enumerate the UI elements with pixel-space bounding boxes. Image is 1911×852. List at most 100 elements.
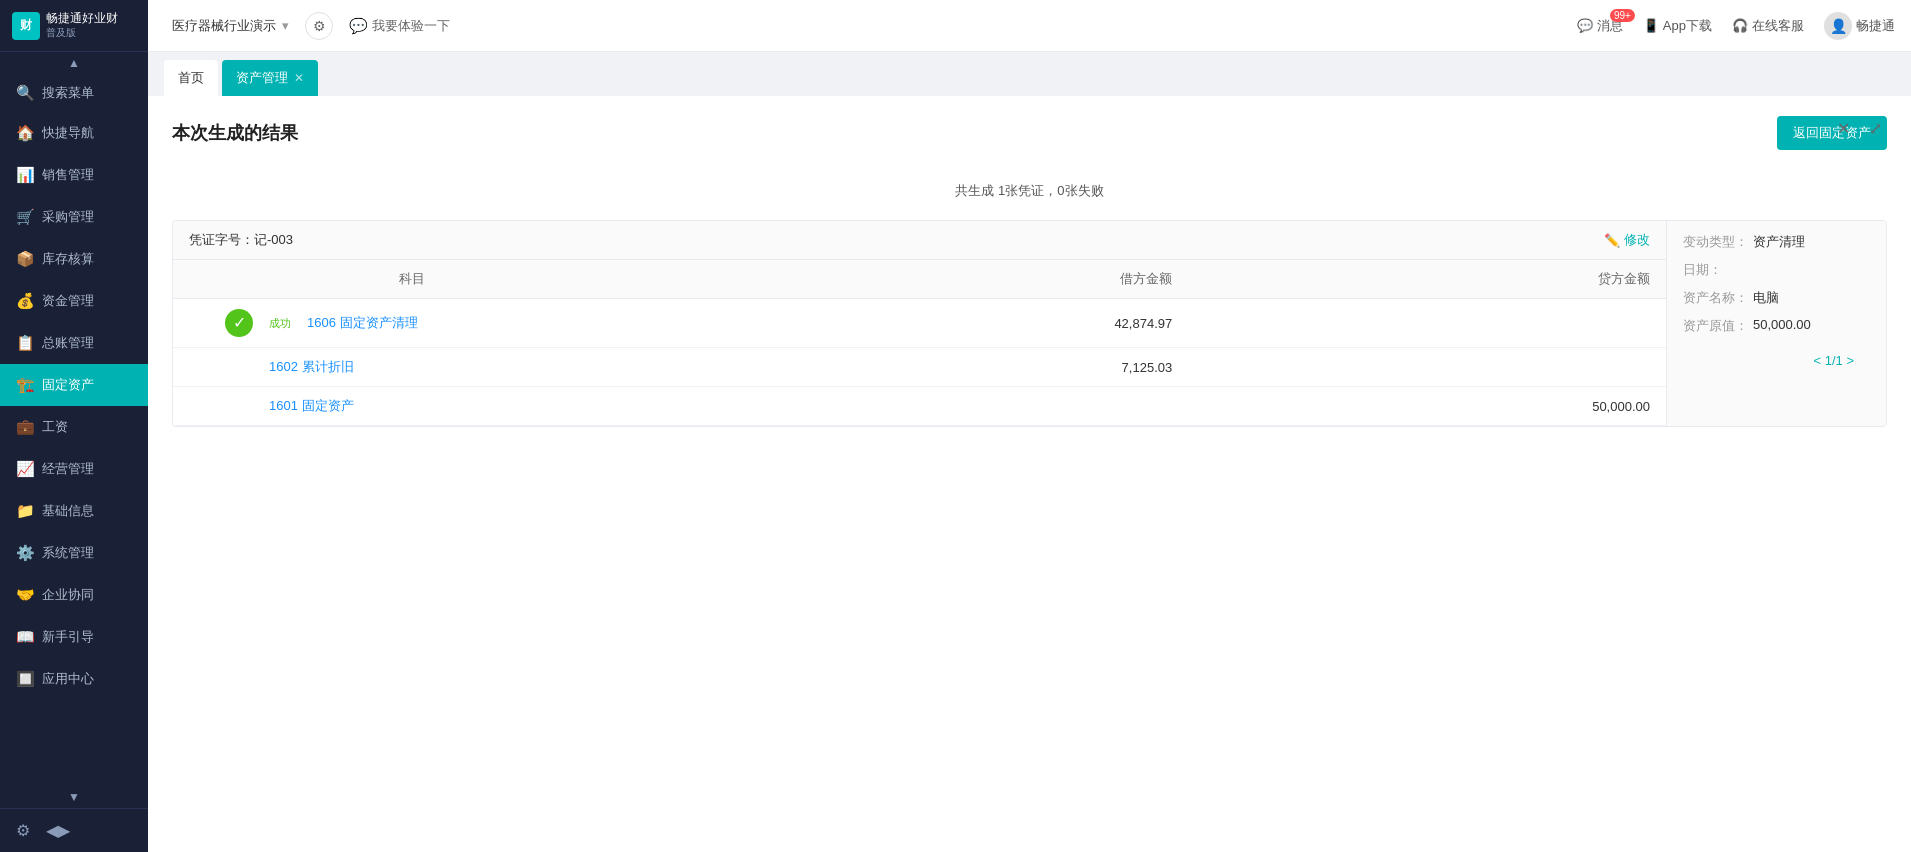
edit-icon: ✏️ — [1604, 233, 1620, 248]
user-profile[interactable]: 👤 畅捷通 — [1824, 12, 1895, 40]
sidebar-item-system[interactable]: ⚙️ 系统管理 — [0, 532, 148, 574]
expand-panel-button[interactable]: ⤢ — [1863, 116, 1887, 140]
table-cell-credit-2 — [1188, 348, 1666, 387]
feedback-icon: 💬 — [349, 17, 368, 35]
sidebar-item-label: 总账管理 — [42, 334, 94, 352]
subject-link-1[interactable]: 1606 固定资产清理 — [307, 314, 418, 332]
original-value-label: 资产原值： — [1683, 317, 1753, 335]
sidebar-item-label: 资金管理 — [42, 292, 94, 310]
topbar: 医疗器械行业演示 ▾ ⚙ 💬 我要体验一下 💬 消息 99+ 📱 App下载 🎧… — [148, 0, 1911, 52]
online-service-button[interactable]: 🎧 在线客服 — [1732, 17, 1804, 35]
close-panel-button[interactable]: ✕ — [1831, 116, 1855, 140]
company-selector[interactable]: 医疗器械行业演示 ▾ — [164, 13, 297, 39]
logo-sub: 普及版 — [46, 26, 118, 40]
success-text: 成功 — [269, 316, 291, 331]
page-header: 本次生成的结果 返回固定资产 — [172, 116, 1887, 150]
change-type-value: 资产清理 — [1753, 233, 1805, 251]
basic-icon: 📁 — [16, 502, 34, 520]
table-cell-debit-2: 7,125.03 — [651, 348, 1188, 387]
sidebar-item-label: 工资 — [42, 418, 68, 436]
dropdown-icon: ▾ — [282, 18, 289, 33]
voucher-header: 凭证字号：记-003 ✏️ 修改 — [173, 221, 1666, 260]
sidebar-item-operations[interactable]: 📈 经营管理 — [0, 448, 148, 490]
sidebar-logo: 财 畅捷通好业财 普及版 — [0, 0, 148, 52]
settings-icon[interactable]: ⚙ — [16, 821, 30, 840]
sidebar-item-label: 快捷导航 — [42, 124, 94, 142]
tab-asset[interactable]: 资产管理 ✕ — [222, 60, 318, 96]
sidebar-item-purchase[interactable]: 🛒 采购管理 — [0, 196, 148, 238]
topbar-right: 💬 消息 99+ 📱 App下载 🎧 在线客服 👤 畅捷通 — [1577, 12, 1895, 40]
sidebar-item-funds[interactable]: 💰 资金管理 — [0, 280, 148, 322]
asset-name-row: 资产名称： 电脑 — [1683, 289, 1870, 307]
panel-actions: ✕ ⤢ — [1831, 116, 1887, 140]
sidebar-item-inventory[interactable]: 📦 库存核算 — [0, 238, 148, 280]
original-value-row: 资产原值： 50,000.00 — [1683, 317, 1870, 335]
sidebar-item-guide[interactable]: 📖 新手引导 — [0, 616, 148, 658]
tab-close-icon[interactable]: ✕ — [294, 71, 304, 85]
sidebar-item-label: 库存核算 — [42, 250, 94, 268]
table-cell-subject-2: 1602 累计折旧 — [173, 348, 651, 387]
pagination-next[interactable]: > — [1846, 353, 1854, 368]
sidebar-item-label: 新手引导 — [42, 628, 94, 646]
asset-name-value: 电脑 — [1753, 289, 1779, 307]
tab-asset-label: 资产管理 — [236, 69, 288, 87]
voucher-card: 凭证字号：记-003 ✏️ 修改 科目 借方金额 贷方金额 — [172, 220, 1887, 427]
tab-home[interactable]: 首页 — [164, 60, 218, 96]
col-header-debit: 借方金额 — [651, 260, 1188, 299]
sidebar-item-label: 销售管理 — [42, 166, 94, 184]
funds-icon: 💰 — [16, 292, 34, 310]
pagination-info: 1/1 — [1825, 353, 1847, 368]
sidebar-item-label: 经营管理 — [42, 460, 94, 478]
subject-link-2[interactable]: 1602 累计折旧 — [269, 359, 354, 374]
headset-icon: 🎧 — [1732, 18, 1748, 33]
sidebar-item-quicknav[interactable]: 🏠 快捷导航 — [0, 112, 148, 154]
feedback-button[interactable]: 💬 我要体验一下 — [349, 17, 450, 35]
messages-badge: 99+ — [1610, 9, 1635, 22]
sidebar-item-appcenter[interactable]: 🔲 应用中心 — [0, 658, 148, 700]
app-download-button[interactable]: 📱 App下载 — [1643, 17, 1712, 35]
scroll-up-button[interactable]: ▲ — [0, 52, 148, 74]
table-row: ✓ 成功 1606 固定资产清理 42,874.97 — [173, 299, 1666, 348]
page-title: 本次生成的结果 — [172, 121, 298, 145]
search-icon: 🔍 — [16, 84, 34, 102]
tab-home-label: 首页 — [178, 69, 204, 87]
online-service-label: 在线客服 — [1752, 17, 1804, 35]
main-area: 医疗器械行业演示 ▾ ⚙ 💬 我要体验一下 💬 消息 99+ 📱 App下载 🎧… — [148, 0, 1911, 852]
purchase-icon: 🛒 — [16, 208, 34, 226]
company-name: 医疗器械行业演示 — [172, 17, 276, 35]
summary-text: 共生成 1张凭证，0张失败 — [955, 183, 1103, 198]
sidebar-item-basic[interactable]: 📁 基础信息 — [0, 490, 148, 532]
sidebar-item-label: 固定资产 — [42, 376, 94, 394]
sidebar-item-salary[interactable]: 💼 工资 — [0, 406, 148, 448]
sidebar-item-search[interactable]: 🔍 搜索菜单 — [0, 74, 148, 112]
subject-link-3[interactable]: 1601 固定资产 — [269, 398, 354, 413]
change-type-label: 变动类型： — [1683, 233, 1753, 251]
pagination-prev[interactable]: < — [1814, 353, 1822, 368]
edit-button[interactable]: ✏️ 修改 — [1604, 231, 1650, 249]
table-header-row: 科目 借方金额 贷方金额 — [173, 260, 1666, 299]
collapse-icon[interactable]: ◀▶ — [46, 821, 70, 840]
salary-icon: 💼 — [16, 418, 34, 436]
operations-icon: 📈 — [16, 460, 34, 478]
date-row: 日期： — [1683, 261, 1870, 279]
summary-bar: 共生成 1张凭证，0张失败 — [172, 170, 1887, 212]
table-row: 1601 固定资产 50,000.00 — [173, 387, 1666, 426]
edit-label: 修改 — [1624, 231, 1650, 249]
sidebar-item-fixedassets[interactable]: 🏗️ 固定资产 — [0, 364, 148, 406]
sidebar-item-label: 搜索菜单 — [42, 84, 94, 102]
logo-text: 畅捷通好业财 — [46, 11, 118, 27]
date-label: 日期： — [1683, 261, 1753, 279]
message-icon: 💬 — [1577, 18, 1593, 33]
sidebar-item-sales[interactable]: 📊 销售管理 — [0, 154, 148, 196]
table-cell-debit-3 — [651, 387, 1188, 426]
home-icon: 🏠 — [16, 124, 34, 142]
scroll-down-button[interactable]: ▼ — [0, 786, 148, 808]
sidebar-item-ledger[interactable]: 📋 总账管理 — [0, 322, 148, 364]
avatar: 👤 — [1824, 12, 1852, 40]
table-cell-credit-1 — [1188, 299, 1666, 348]
guide-icon: 📖 — [16, 628, 34, 646]
messages-button[interactable]: 💬 消息 99+ — [1577, 17, 1623, 35]
col-header-credit: 贷方金额 — [1188, 260, 1666, 299]
settings-button[interactable]: ⚙ — [305, 12, 333, 40]
sidebar-item-enterprise[interactable]: 🤝 企业协同 — [0, 574, 148, 616]
